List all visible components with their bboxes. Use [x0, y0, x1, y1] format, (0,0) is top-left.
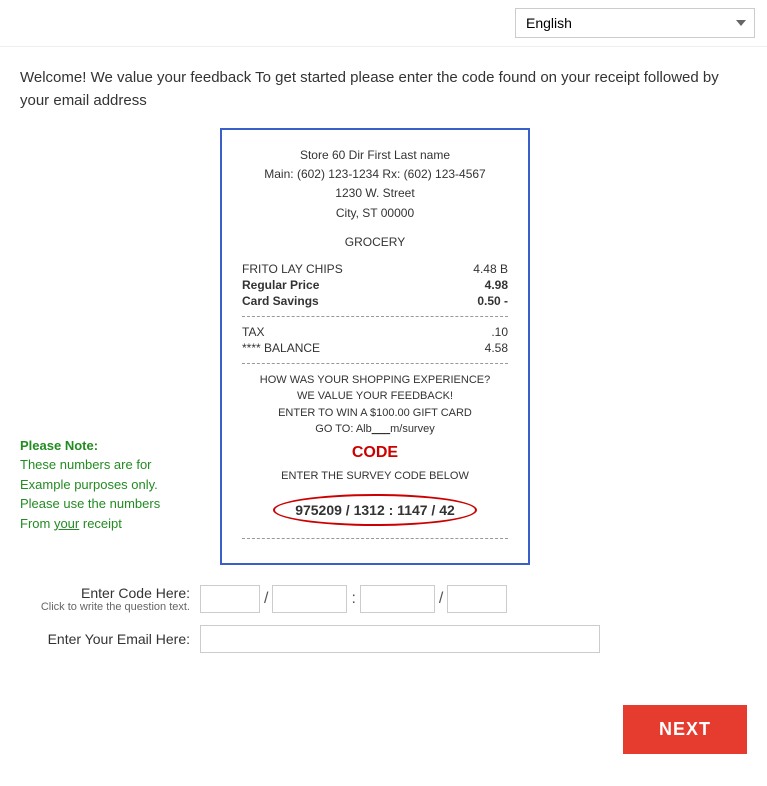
- code-input-2[interactable]: [272, 585, 347, 613]
- email-input[interactable]: [200, 625, 600, 653]
- receipt-section: GROCERY: [242, 233, 508, 252]
- code-input-4[interactable]: [447, 585, 507, 613]
- receipt-phone: Main: (602) 123-1234 Rx: (602) 123-4567: [242, 165, 508, 184]
- receipt-balance: **** BALANCE 4.58: [242, 341, 508, 355]
- receipt-code-oval-wrapper: 975209 / 1312 : 1147 / 42: [242, 490, 508, 530]
- receipt-survey-text: HOW WAS YOUR SHOPPING EXPERIENCE? WE VAL…: [242, 372, 508, 438]
- receipt-survey-code: 975209 / 1312 : 1147 / 42: [273, 494, 477, 526]
- receipt-regular-price: Regular Price 4.98: [242, 278, 508, 292]
- enter-code-label: Enter Code Here:: [20, 585, 190, 601]
- receipt-divider1: [242, 316, 508, 317]
- next-button-area: NEXT: [0, 665, 767, 774]
- form-area: Enter Code Here: Click to write the ques…: [0, 565, 767, 653]
- code-sublabel: Click to write the question text.: [20, 601, 190, 613]
- receipt-store-name: Store 60 Dir First Last name: [242, 146, 508, 165]
- receipt-address2: City, ST 00000: [242, 204, 508, 223]
- code-inputs: / : /: [200, 585, 507, 613]
- separator-3: /: [439, 590, 443, 608]
- code-input-row: Enter Code Here: Click to write the ques…: [20, 585, 747, 613]
- code-input-1[interactable]: [200, 585, 260, 613]
- please-note-title: Please Note:: [20, 438, 210, 453]
- receipt-divider3: [242, 538, 508, 539]
- top-bar: English Spanish French: [0, 0, 767, 47]
- welcome-text: Welcome! We value your feedback To get s…: [20, 69, 719, 109]
- code-input-3[interactable]: [360, 585, 435, 613]
- receipt-tax: TAX .10: [242, 325, 508, 339]
- separator-2: :: [351, 590, 355, 608]
- receipt-address1: 1230 W. Street: [242, 184, 508, 203]
- code-label-stack: Enter Code Here: Click to write the ques…: [20, 585, 200, 613]
- receipt-item-chips: FRITO LAY CHIPS 4.48 B: [242, 262, 508, 276]
- receipt-image: Store 60 Dir First Last name Main: (602)…: [220, 128, 530, 565]
- receipt-enter-survey: ENTER THE SURVEY CODE BELOW: [242, 468, 508, 485]
- receipt-divider2: [242, 363, 508, 364]
- receipt-code-label: CODE: [242, 444, 508, 462]
- note-text: These numbers are for Example purposes o…: [20, 455, 210, 533]
- email-input-row: Enter Your Email Here:: [20, 625, 747, 653]
- content-area: Please Note: These numbers are for Examp…: [0, 128, 767, 565]
- separator-1: /: [264, 590, 268, 608]
- receipt-card-savings: Card Savings 0.50 -: [242, 294, 508, 308]
- language-select[interactable]: English Spanish French: [515, 8, 755, 38]
- note-area: Please Note: These numbers are for Examp…: [20, 128, 220, 533]
- enter-email-label: Enter Your Email Here:: [20, 631, 200, 647]
- next-button[interactable]: NEXT: [623, 705, 747, 754]
- welcome-message: Welcome! We value your feedback To get s…: [0, 47, 767, 128]
